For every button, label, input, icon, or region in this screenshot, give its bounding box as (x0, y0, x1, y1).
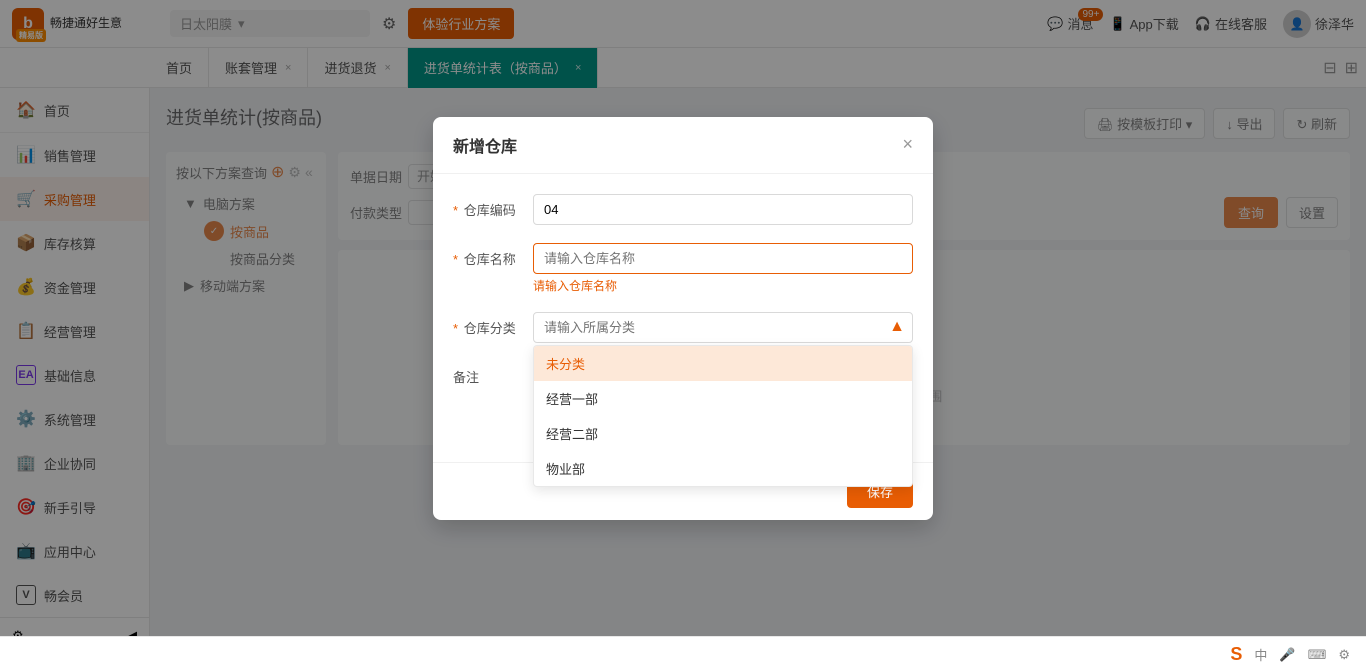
dialog-close-icon[interactable]: × (902, 134, 913, 155)
form-row-name: 仓库名称 请输入仓库名称 (453, 243, 913, 294)
bottom-bar-logo: S (1230, 644, 1242, 665)
form-row-code: 仓库编码 (453, 194, 913, 225)
classify-option-op1[interactable]: 经营一部 (534, 381, 912, 416)
classify-option-op2[interactable]: 经营二部 (534, 416, 912, 451)
classify-arrow-icon[interactable]: ▲ (889, 318, 905, 336)
chinese-input-icon: 中 (1254, 645, 1267, 664)
dialog-title: 新增仓库 (453, 133, 517, 157)
bottom-bar-keyboard[interactable]: ⌨ (1308, 647, 1327, 663)
bottom-bar-chinese[interactable]: 中 (1254, 645, 1267, 664)
classify-input[interactable] (533, 312, 913, 343)
bottom-bar-mic[interactable]: 🎤 (1279, 647, 1295, 663)
mic-icon: 🎤 (1279, 647, 1295, 663)
dialog-header: 新增仓库 × (433, 117, 933, 174)
bottom-bar-settings[interactable]: ⚙ (1338, 647, 1350, 663)
name-input[interactable] (533, 243, 913, 274)
bottom-s-icon: S (1230, 644, 1242, 665)
name-field-wrap: 请输入仓库名称 (533, 243, 913, 294)
classify-field-wrap: ▲ 未分类 经营一部 经营二部 物业部 (533, 312, 913, 343)
classify-label: 仓库分类 (453, 312, 533, 337)
classify-dropdown: 未分类 经营一部 经营二部 物业部 (533, 345, 913, 487)
classify-option-none[interactable]: 未分类 (534, 346, 912, 381)
name-error-message: 请输入仓库名称 (533, 277, 913, 294)
add-warehouse-dialog: 新增仓库 × 仓库编码 仓库名称 请输入仓库名称 (433, 117, 933, 520)
classify-option-op3[interactable]: 物业部 (534, 451, 912, 486)
remark-label: 备注 (453, 361, 533, 386)
bottom-settings-icon: ⚙ (1338, 647, 1350, 663)
code-label: 仓库编码 (453, 194, 533, 219)
modal-backdrop: 新增仓库 × 仓库编码 仓库名称 请输入仓库名称 (0, 0, 1366, 636)
keyboard-icon: ⌨ (1308, 647, 1327, 663)
dialog-body: 仓库编码 仓库名称 请输入仓库名称 仓库分类 (433, 174, 933, 462)
form-row-classify: 仓库分类 ▲ 未分类 经营一部 经营二部 物业部 (453, 312, 913, 343)
code-field-wrap (533, 194, 913, 225)
bottom-bar: S 中 🎤 ⌨ ⚙ (0, 636, 1366, 672)
name-label: 仓库名称 (453, 243, 533, 268)
code-input[interactable] (533, 194, 913, 225)
